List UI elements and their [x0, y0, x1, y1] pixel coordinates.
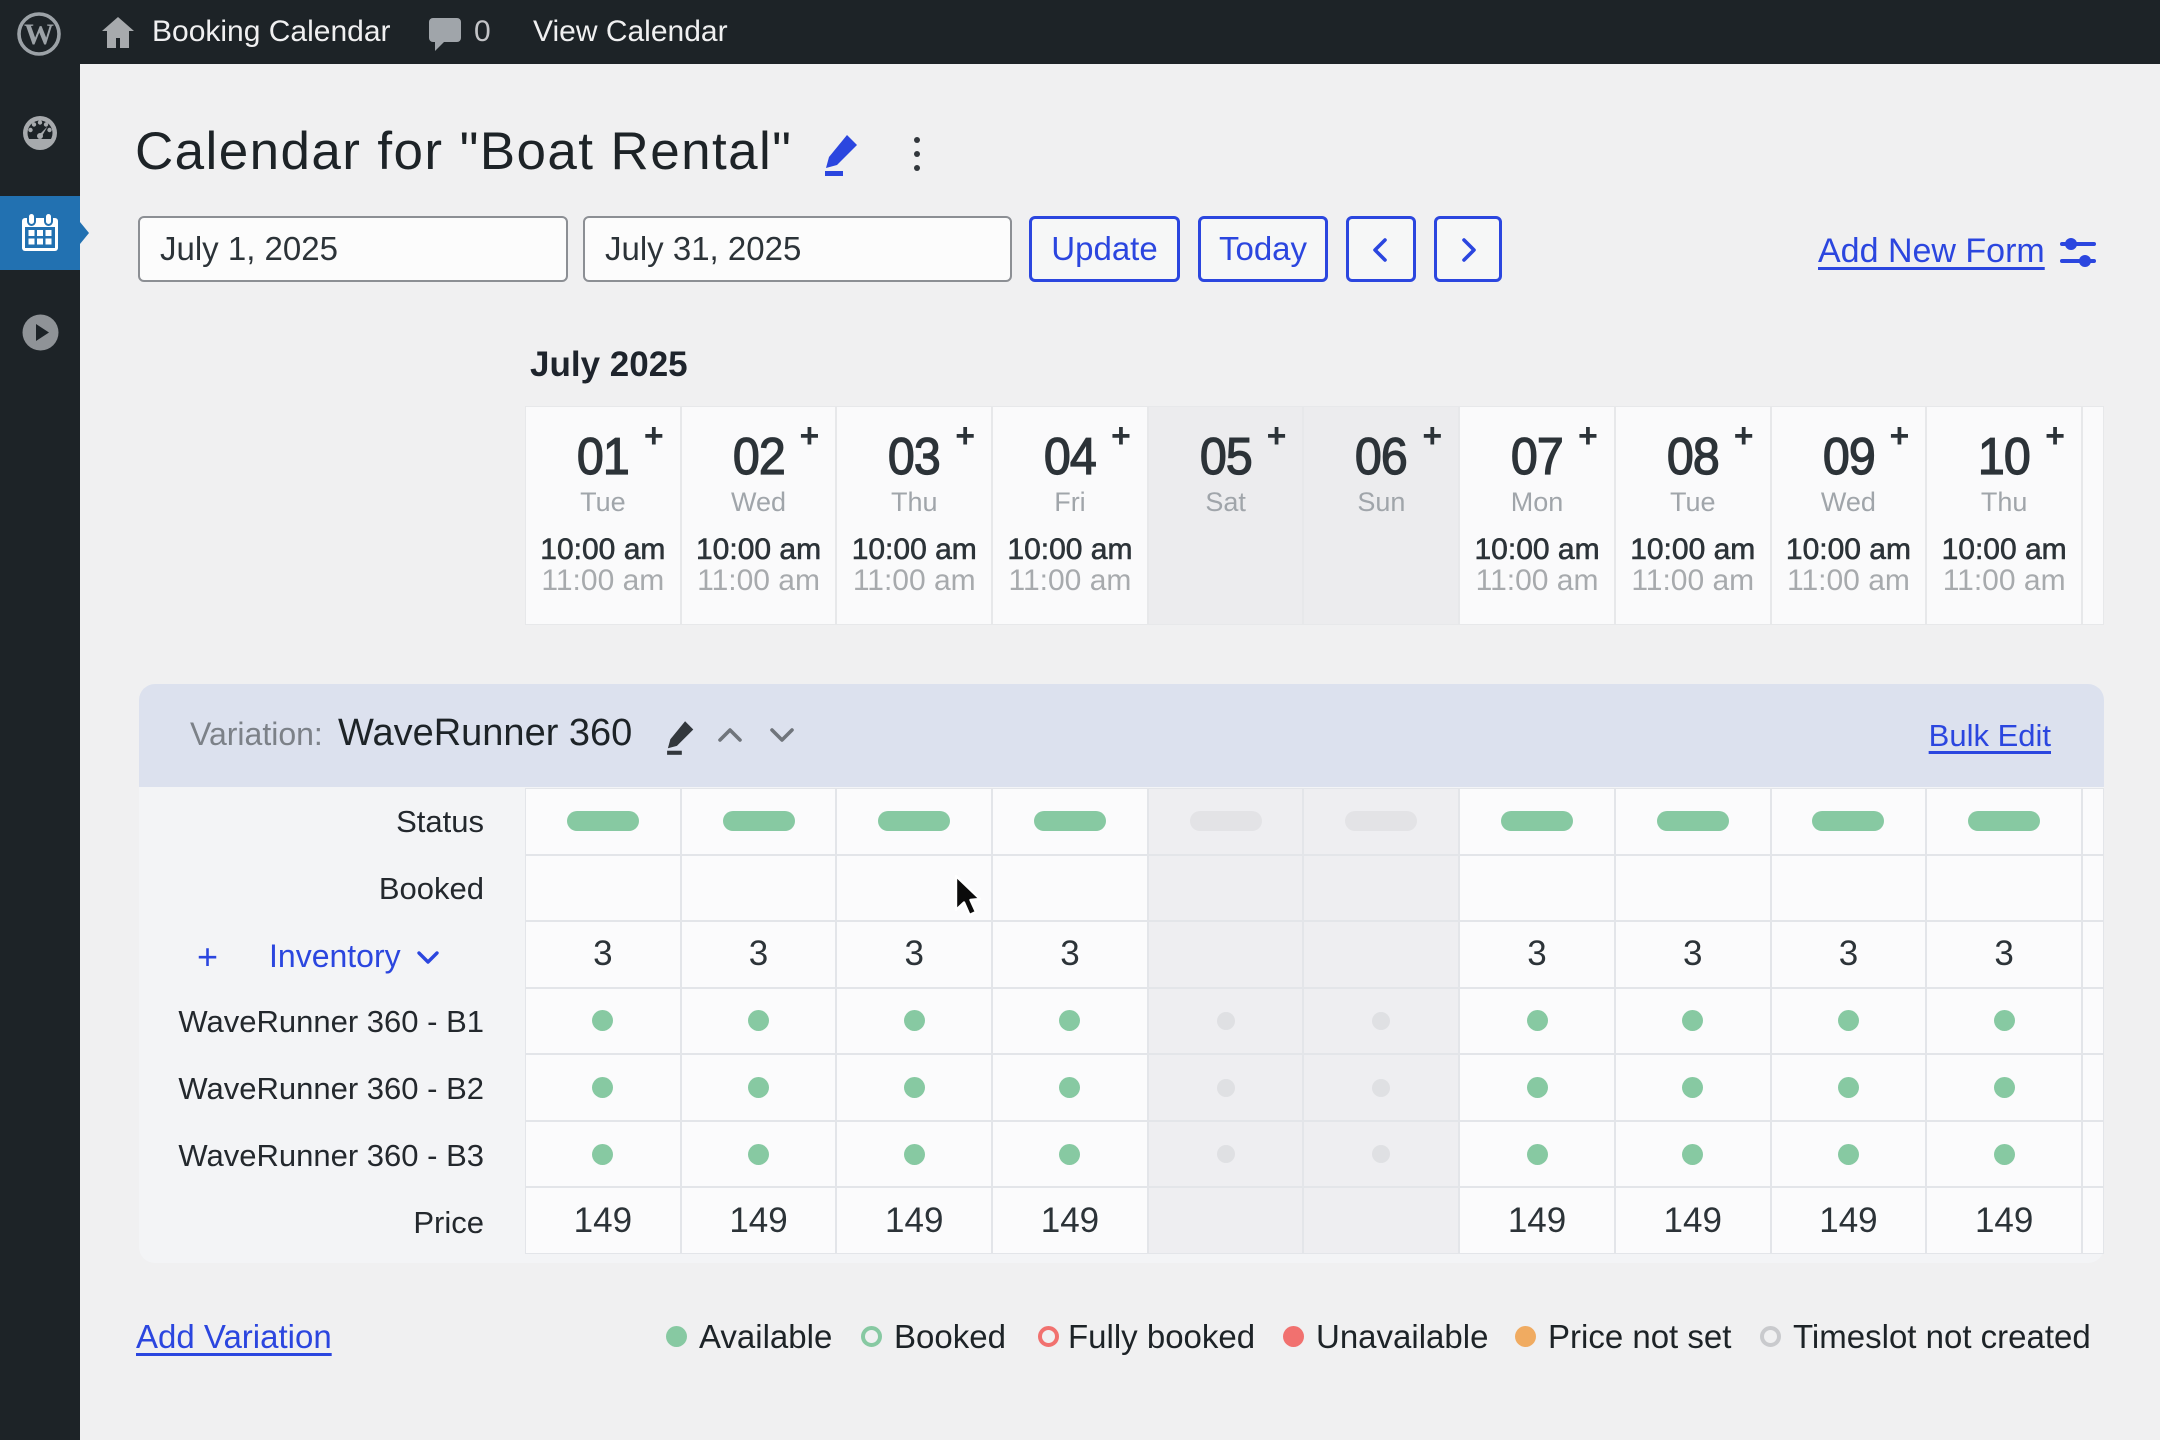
svg-text:W: W	[24, 18, 54, 51]
